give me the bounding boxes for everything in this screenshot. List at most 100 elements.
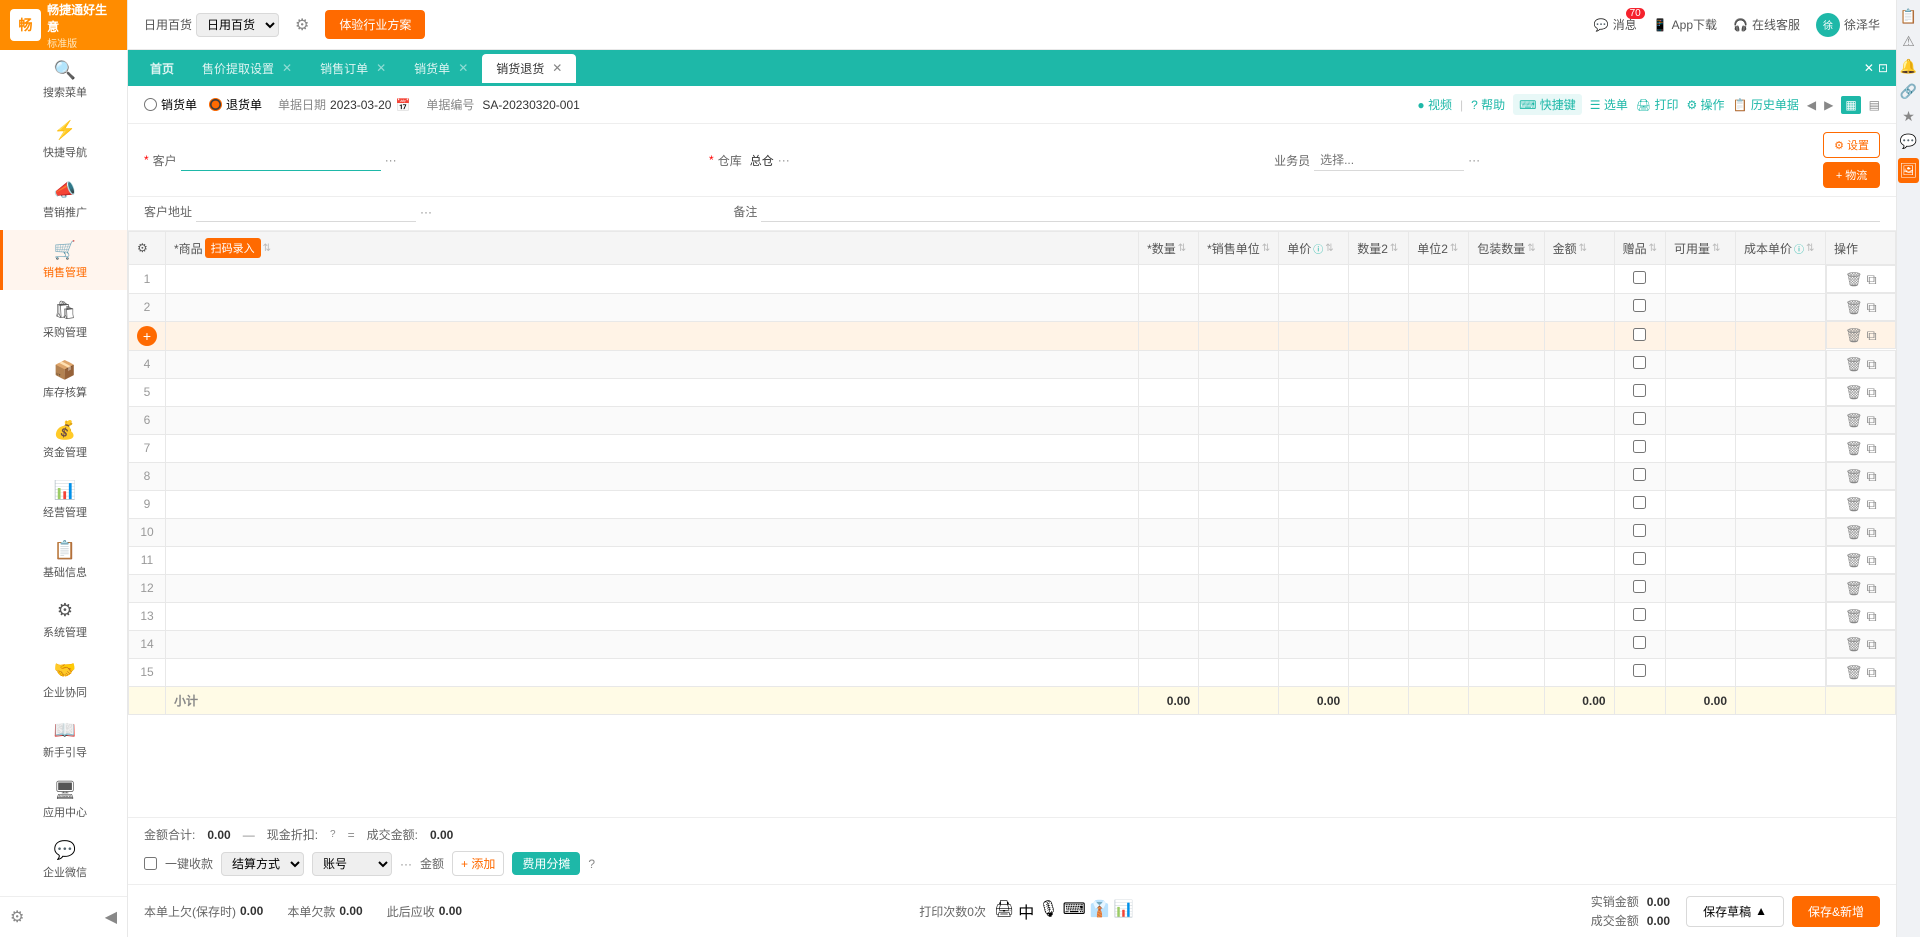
delete-row-13[interactable]: 🗑 <box>1845 607 1863 625</box>
customer-dots[interactable]: ··· <box>385 153 397 167</box>
scan-input-btn[interactable]: 扫码录入 <box>205 238 261 258</box>
delete-row-7[interactable]: 🗑 <box>1845 439 1863 457</box>
sort-unit2-icon[interactable]: ⇅ <box>1450 243 1458 254</box>
sidebar-item-quick[interactable]: ⚡ 快捷导航 <box>0 110 127 170</box>
tab-sales-return[interactable]: 销货退货 ✕ <box>482 54 576 83</box>
experience-button[interactable]: 体验行业方案 <box>325 10 425 39</box>
customer-input[interactable] <box>181 150 381 171</box>
tab-sales-order[interactable]: 销售订单 ✕ <box>306 54 400 83</box>
bottom-icon-5[interactable]: 👔 <box>1090 899 1110 923</box>
copy-row-5[interactable]: ⧉ <box>1867 383 1877 401</box>
remark-input[interactable] <box>761 201 1880 222</box>
sort-amount-icon[interactable]: ⇅ <box>1579 243 1587 254</box>
delete-row-14[interactable]: 🗑 <box>1845 635 1863 653</box>
user-profile[interactable]: 徐 徐泽华 <box>1816 13 1880 37</box>
tab-close-sales-order[interactable]: ✕ <box>376 61 386 75</box>
sidebar-item-guide[interactable]: 📖 新手引导 <box>0 710 127 770</box>
sidebar-item-search[interactable]: 🔍 搜索菜单 <box>0 50 127 110</box>
copy-row-10[interactable]: ⧉ <box>1867 523 1877 541</box>
sort-cost-icon[interactable]: ⇅ <box>1806 243 1814 254</box>
sidebar-item-sales[interactable]: 🛒 销售管理 <box>0 230 127 290</box>
operate-btn[interactable]: ⚙ 操作 <box>1686 96 1724 113</box>
cash-discount-help[interactable]: ? <box>330 829 336 840</box>
sidebar-item-enterprise[interactable]: 🤝 企业协同 <box>0 650 127 710</box>
bottom-icon-4[interactable]: ⌨ <box>1063 899 1086 923</box>
calc-method-select[interactable]: 结算方式 <box>221 852 304 876</box>
right-icon-5[interactable]: ★ <box>1902 108 1915 125</box>
tab-home[interactable]: 首页 <box>136 54 188 83</box>
tab-close-return[interactable]: ✕ <box>552 61 562 75</box>
sidebar-item-inventory[interactable]: 📦 库存核算 <box>0 350 127 410</box>
delete-row-10[interactable]: 🗑 <box>1845 523 1863 541</box>
close-tab-icon[interactable]: ✕ <box>1864 61 1874 75</box>
gift-check-2[interactable] <box>1633 299 1646 312</box>
collapse-icon[interactable]: ◀ <box>105 907 117 927</box>
right-icon-3[interactable]: 🔔 <box>1900 58 1917 75</box>
tab-close-invoice[interactable]: ✕ <box>458 61 468 75</box>
next-doc-icon[interactable]: ▶ <box>1824 98 1833 112</box>
cost-info-icon[interactable]: ⓘ <box>1794 241 1804 256</box>
sort-avail-icon[interactable]: ⇅ <box>1712 243 1720 254</box>
sort-pack-icon[interactable]: ⇅ <box>1527 243 1535 254</box>
delete-row-8[interactable]: 🗑 <box>1845 467 1863 485</box>
settings-icon[interactable]: ⚙ <box>295 15 309 35</box>
grid-view-icon[interactable]: ▦ <box>1841 96 1860 114</box>
prev-doc-icon[interactable]: ◀ <box>1807 98 1816 112</box>
online-service-button[interactable]: 🎧 在线客服 <box>1733 16 1800 33</box>
sidebar-item-finance[interactable]: 💰 资金管理 <box>0 410 127 470</box>
right-icon-7[interactable]: 🖼 <box>1898 158 1920 183</box>
quick-payment-check[interactable] <box>144 857 157 870</box>
sort-price-icon[interactable]: ⇅ <box>1325 243 1333 254</box>
select-btn[interactable]: ☰ 选单 <box>1590 96 1628 113</box>
account-select[interactable]: 账号 <box>312 852 392 876</box>
calendar-icon[interactable]: 📅 <box>395 98 410 112</box>
gift-check-1[interactable] <box>1633 271 1646 284</box>
add-row-button[interactable]: + <box>137 326 157 346</box>
radio-return[interactable]: 退货单 <box>209 96 262 113</box>
delete-row-15[interactable]: 🗑 <box>1845 663 1863 681</box>
save-new-button[interactable]: 保存&新增 <box>1792 896 1880 927</box>
account-dots[interactable]: ··· <box>400 857 412 871</box>
split-cost-button[interactable]: 费用分摊 <box>512 852 580 875</box>
col-settings-icon[interactable]: ⚙ <box>137 241 148 255</box>
sidebar-item-basics[interactable]: 📋 基础信息 <box>0 530 127 590</box>
col-settings[interactable]: ⚙ <box>129 232 166 265</box>
daily-select[interactable]: 日用百货 <box>196 13 279 37</box>
sort-gift-icon[interactable]: ⇅ <box>1649 243 1657 254</box>
split-help-icon[interactable]: ? <box>588 857 595 871</box>
message-button[interactable]: 💬 消息 70 <box>1594 16 1637 33</box>
right-icon-2[interactable]: ⚠ <box>1902 33 1915 50</box>
copy-row-1[interactable]: ⧉ <box>1867 270 1877 288</box>
tab-sales-invoice[interactable]: 销货单 ✕ <box>400 54 482 83</box>
copy-row-3[interactable]: ⧉ <box>1867 326 1877 344</box>
bottom-icon-1[interactable]: 🖨 <box>994 899 1014 923</box>
delete-row-3[interactable]: 🗑 <box>1845 326 1863 344</box>
copy-row-7[interactable]: ⧉ <box>1867 439 1877 457</box>
tab-close-price[interactable]: ✕ <box>282 61 292 75</box>
sort-qty2-icon[interactable]: ⇅ <box>1390 243 1398 254</box>
sidebar-item-system[interactable]: ⚙ 系统管理 <box>0 590 127 650</box>
print-btn[interactable]: 🖨 打印 <box>1636 96 1679 113</box>
copy-row-13[interactable]: ⧉ <box>1867 607 1877 625</box>
delete-row-5[interactable]: 🗑 <box>1845 383 1863 401</box>
video-btn[interactable]: ● 视频 <box>1417 96 1452 113</box>
delete-row-6[interactable]: 🗑 <box>1845 411 1863 429</box>
addr-dots[interactable]: ··· <box>420 205 432 219</box>
shortcut-btn[interactable]: ⌨ 快捷键 <box>1513 94 1582 115</box>
delete-row-9[interactable]: 🗑 <box>1845 495 1863 513</box>
help-btn[interactable]: ? 帮助 <box>1471 96 1505 113</box>
delete-row-2[interactable]: 🗑 <box>1845 298 1863 316</box>
bottom-icon-3[interactable]: 🎙 <box>1038 899 1058 923</box>
bottom-icon-6[interactable]: 📊 <box>1114 899 1134 923</box>
salesperson-dots[interactable]: ··· <box>1468 153 1480 167</box>
price-info-icon[interactable]: ⓘ <box>1313 241 1323 256</box>
add-logistics-button[interactable]: + 物流 <box>1823 162 1880 188</box>
right-icon-1[interactable]: 📋 <box>1900 8 1917 25</box>
product-input-1[interactable] <box>174 272 1130 286</box>
right-icon-6[interactable]: 💬 <box>1900 133 1917 150</box>
product-input-3[interactable] <box>174 329 1130 343</box>
copy-row-4[interactable]: ⧉ <box>1867 355 1877 373</box>
delete-row-1[interactable]: 🗑 <box>1845 270 1863 288</box>
sidebar-item-operations[interactable]: 📊 经营管理 <box>0 470 127 530</box>
delete-row-11[interactable]: 🗑 <box>1845 551 1863 569</box>
